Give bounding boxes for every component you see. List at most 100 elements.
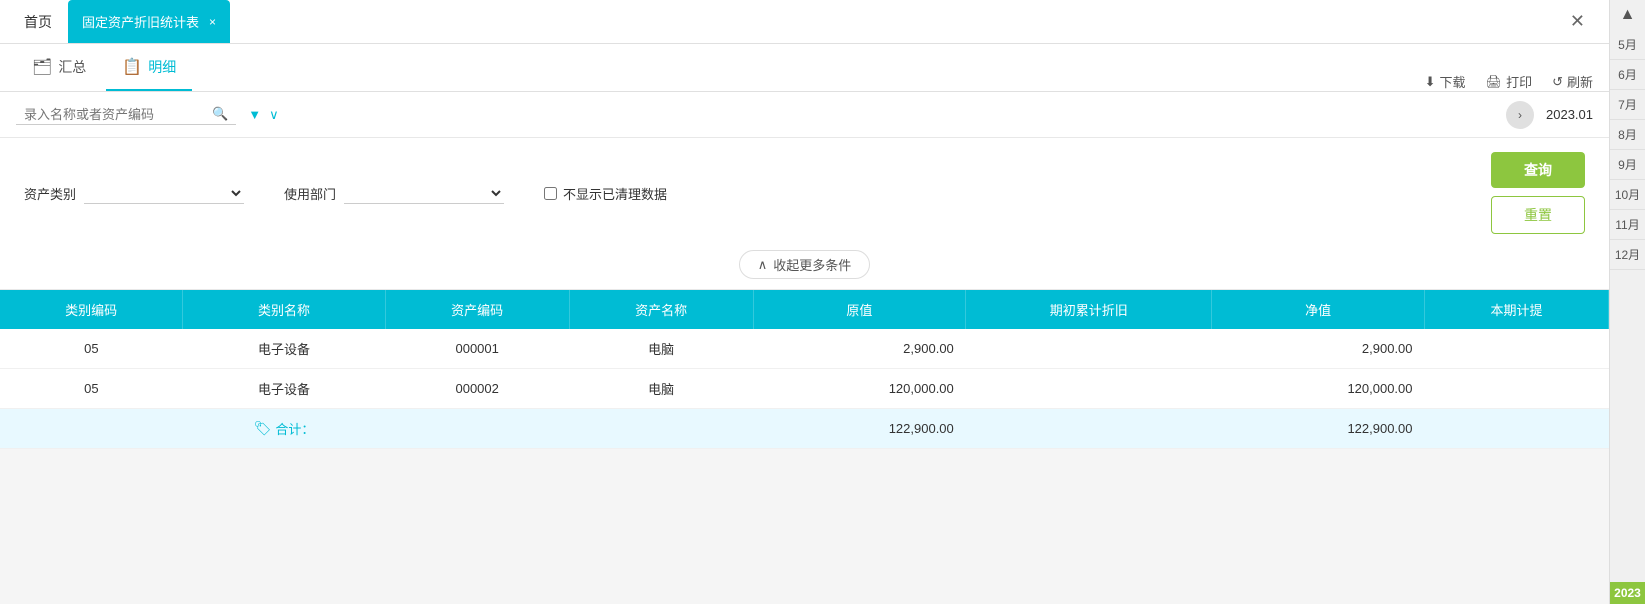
cell-accum-depr-1: [966, 329, 1212, 369]
total-accum-depr: [966, 409, 1212, 449]
sidebar-month-8[interactable]: 8月: [1610, 120, 1645, 150]
total-label-text: 合计：: [275, 419, 314, 438]
search-input-wrap: 🔍: [16, 104, 236, 125]
hide-cleared-wrap: 不显示已清理数据: [544, 184, 667, 203]
col-header-accum-depr: 期初累计折旧: [966, 290, 1212, 329]
sidebar-year-badge[interactable]: 2023: [1610, 582, 1645, 604]
action-buttons: 查询 重置: [1491, 152, 1585, 234]
sidebar-month-12[interactable]: 12月: [1610, 240, 1645, 270]
total-net-value: 122,900.00: [1212, 409, 1425, 449]
table-row: 05 电子设备 000001 电脑 2,900.00 2,900.00: [0, 329, 1609, 369]
data-table-wrap: 类别编码 类别名称 资产编码 资产名称 原值 期初累计折旧 净值 本期计提 05…: [0, 290, 1609, 449]
tab-detail[interactable]: 📋 明细: [106, 44, 192, 91]
total-empty-3: [385, 409, 569, 449]
col-header-category-code: 类别编码: [0, 290, 183, 329]
sidebar-month-11[interactable]: 11月: [1610, 210, 1645, 240]
table-total-row: 🏷 合计： 122,900.00 122,900.00: [0, 409, 1609, 449]
filter-icon: ▼: [248, 107, 261, 122]
col-header-current-depr: 本期计提: [1425, 290, 1609, 329]
cell-current-depr-2: [1425, 369, 1609, 409]
total-original-value: 122,900.00: [753, 409, 966, 449]
download-label: 下载: [1440, 72, 1466, 91]
refresh-label: 刷新: [1567, 72, 1593, 91]
table-header-row: 类别编码 类别名称 资产编码 资产名称 原值 期初累计折旧 净值 本期计提: [0, 290, 1609, 329]
top-nav: 首页 固定资产折旧统计表 × ✕: [0, 0, 1609, 44]
asset-type-label: 资产类别: [24, 184, 76, 203]
advanced-filters: 资产类别 使用部门 不显示已清理数据: [0, 138, 1609, 290]
tab-detail-label: 明细: [148, 57, 176, 77]
cell-net-value-2: 120,000.00: [1212, 369, 1425, 409]
download-icon: ⬇: [1425, 74, 1436, 90]
nav-tab-depreciation[interactable]: 固定资产折旧统计表 ×: [68, 0, 230, 43]
total-empty-1: [0, 409, 183, 449]
col-header-net-value: 净值: [1212, 290, 1425, 329]
reset-button[interactable]: 重置: [1491, 196, 1585, 234]
cell-asset-code-1: 000001: [385, 329, 569, 369]
adv-filters-row-1: 资产类别 使用部门 不显示已清理数据: [24, 152, 1585, 234]
table-row: 05 电子设备 000002 电脑 120,000.00 120,000.00: [0, 369, 1609, 409]
sidebar-up-btn[interactable]: ▲: [1610, 0, 1645, 30]
dept-select[interactable]: [344, 182, 504, 204]
date-label: 2023.01: [1546, 107, 1593, 122]
print-button[interactable]: 🖨 打印: [1486, 72, 1533, 91]
cell-category-code-1: 05: [0, 329, 183, 369]
cell-category-name-1: 电子设备: [183, 329, 386, 369]
cell-category-name-2: 电子设备: [183, 369, 386, 409]
cell-asset-name-2: 电脑: [569, 369, 753, 409]
collapse-up-icon: ∧: [758, 257, 768, 273]
chevron-down-icon: ∨: [269, 107, 279, 123]
dept-label: 使用部门: [284, 184, 336, 203]
asset-type-select[interactable]: [84, 182, 244, 204]
window-close-button[interactable]: ✕: [1562, 11, 1593, 32]
col-header-asset-code: 资产编码: [385, 290, 569, 329]
search-icon[interactable]: 🔍: [212, 106, 228, 122]
toolbar-right: ⬇ 下载 🖨 打印 ↺ 刷新: [1425, 72, 1593, 91]
asset-type-field: 资产类别: [24, 182, 244, 204]
hide-cleared-label: 不显示已清理数据: [563, 184, 667, 203]
tab-summary-label: 汇总: [58, 57, 86, 77]
collapse-panel-button[interactable]: ›: [1506, 101, 1534, 129]
right-sidebar: ▲ 5月 6月 7月 8月 9月 10月 11月 12月 2023: [1609, 0, 1645, 604]
dept-field: 使用部门: [284, 182, 504, 204]
collapse-label: 收起更多条件: [773, 255, 851, 274]
sidebar-month-9[interactable]: 9月: [1610, 150, 1645, 180]
tab-summary[interactable]: 🗂 汇总: [16, 44, 102, 91]
search-input[interactable]: [24, 107, 204, 122]
cell-asset-name-1: 电脑: [569, 329, 753, 369]
collapse-row: ∧ 收起更多条件: [24, 244, 1585, 281]
cell-net-value-1: 2,900.00: [1212, 329, 1425, 369]
sidebar-month-7[interactable]: 7月: [1610, 90, 1645, 120]
cell-original-value-1: 2,900.00: [753, 329, 966, 369]
summary-icon: 🗂: [32, 57, 52, 77]
data-table: 类别编码 类别名称 资产编码 资产名称 原值 期初累计折旧 净值 本期计提 05…: [0, 290, 1609, 449]
total-empty-4: [569, 409, 753, 449]
cell-category-code-2: 05: [0, 369, 183, 409]
print-label: 打印: [1506, 72, 1532, 91]
main-content: 首页 固定资产折旧统计表 × ✕ 🗂 汇总 📋 明细 ⬇ 下载 🖨 打印: [0, 0, 1609, 449]
cell-original-value-2: 120,000.00: [753, 369, 966, 409]
cell-current-depr-1: [1425, 329, 1609, 369]
total-empty-2: 🏷 合计：: [183, 409, 386, 449]
sidebar-month-5[interactable]: 5月: [1610, 30, 1645, 60]
more-filters-button[interactable]: ▼ ∨: [248, 107, 278, 123]
query-button[interactable]: 查询: [1491, 152, 1585, 188]
cell-asset-code-2: 000002: [385, 369, 569, 409]
refresh-button[interactable]: ↺ 刷新: [1552, 72, 1593, 91]
print-icon: 🖨: [1486, 74, 1503, 90]
total-icon: 🏷: [254, 420, 272, 437]
nav-tab-close-icon[interactable]: ×: [209, 15, 216, 29]
filter-bar: 🔍 ▼ ∨ › 2023.01: [0, 92, 1609, 138]
sub-tabs-bar: 🗂 汇总 📋 明细 ⬇ 下载 🖨 打印 ↺ 刷新: [0, 44, 1609, 92]
total-current-depr: [1425, 409, 1609, 449]
collapse-more-button[interactable]: ∧ 收起更多条件: [739, 250, 871, 279]
col-header-original-value: 原值: [753, 290, 966, 329]
detail-icon: 📋: [122, 57, 142, 77]
hide-cleared-checkbox[interactable]: [544, 187, 557, 200]
refresh-icon: ↺: [1552, 74, 1563, 90]
cell-accum-depr-2: [966, 369, 1212, 409]
nav-tab-label: 固定资产折旧统计表: [82, 12, 199, 31]
sidebar-month-10[interactable]: 10月: [1610, 180, 1645, 210]
nav-home[interactable]: 首页: [16, 12, 60, 32]
sidebar-month-6[interactable]: 6月: [1610, 60, 1645, 90]
download-button[interactable]: ⬇ 下载: [1425, 72, 1466, 91]
